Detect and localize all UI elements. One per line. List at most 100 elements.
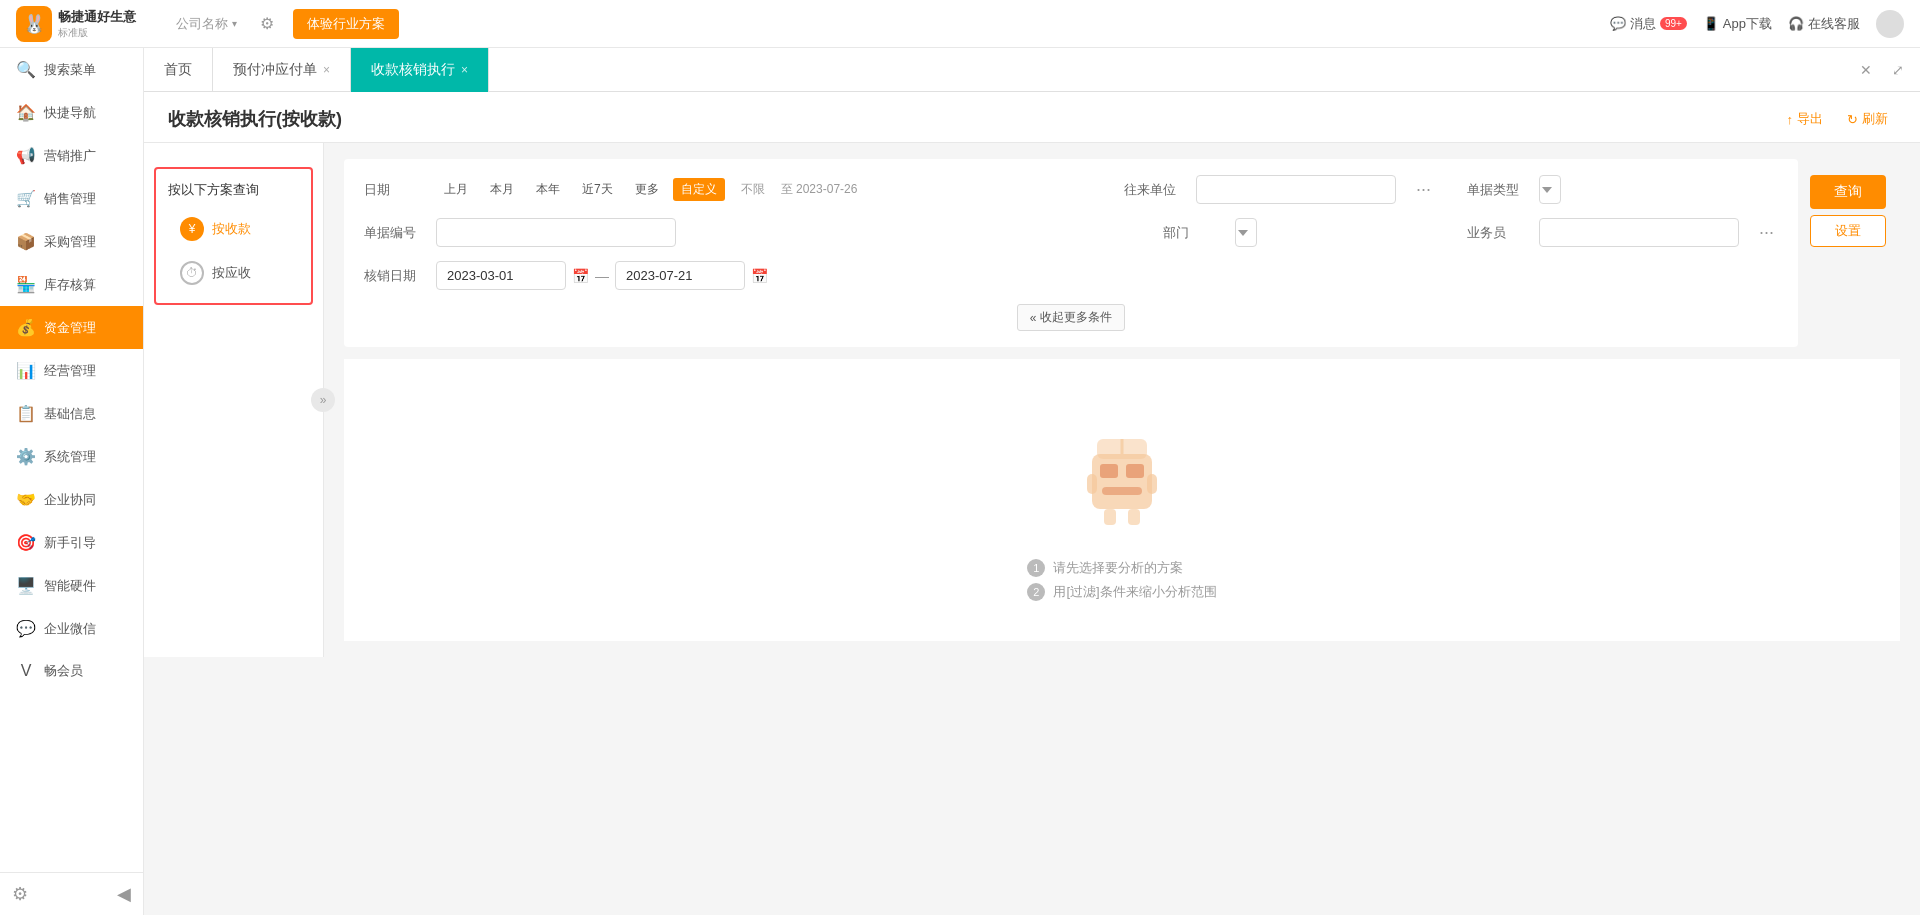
tab-close-all-icon[interactable]: ✕ bbox=[1852, 56, 1880, 84]
sidebar-label-inventory: 库存核算 bbox=[44, 276, 96, 294]
date-pill-7days[interactable]: 近7天 bbox=[574, 178, 621, 201]
dept-select[interactable] bbox=[1235, 218, 1257, 247]
sidebar-label-hardware: 智能硬件 bbox=[44, 577, 96, 595]
header-right: 💬 消息 99+ 📱 App下载 🎧 在线客服 bbox=[1610, 10, 1904, 38]
date-pill-more[interactable]: 更多 bbox=[627, 178, 667, 201]
writeoff-end-calendar-icon[interactable]: 📅 bbox=[751, 268, 768, 284]
dept-label: 部门 bbox=[1163, 224, 1219, 242]
query-area: 日期 上月 本月 本年 近7天 更多 自定义 不 bbox=[344, 159, 1900, 359]
sidebar-item-cooperation[interactable]: 🤝 企业协同 bbox=[0, 478, 143, 521]
date-label: 日期 bbox=[364, 181, 420, 199]
counterparty-input[interactable] bbox=[1196, 175, 1396, 204]
message-icon: 💬 bbox=[1610, 16, 1626, 31]
sidebar-item-hardware[interactable]: 🖥️ 智能硬件 bbox=[0, 564, 143, 607]
date-pill-last-month[interactable]: 上月 bbox=[436, 178, 476, 201]
sidebar-item-purchase[interactable]: 📦 采购管理 bbox=[0, 220, 143, 263]
online-service-btn[interactable]: 🎧 在线客服 bbox=[1788, 15, 1860, 33]
refresh-button[interactable]: ↻ 刷新 bbox=[1839, 106, 1896, 132]
svg-rect-7 bbox=[1128, 509, 1140, 525]
sidebar-item-basic-info[interactable]: 📋 基础信息 bbox=[0, 392, 143, 435]
settings-icon[interactable]: ⚙ bbox=[253, 10, 281, 38]
sidebar-label-funds: 资金管理 bbox=[44, 319, 96, 337]
sidebar-item-wechat[interactable]: 💬 企业微信 bbox=[0, 607, 143, 650]
refresh-label: 刷新 bbox=[1862, 110, 1888, 128]
filter-by-receivable[interactable]: ⏱ 按应收 bbox=[156, 251, 311, 295]
purchase-icon: 📦 bbox=[16, 232, 36, 251]
query-row-2: 单据编号 部门 业务员 bbox=[364, 218, 1778, 247]
sidebar-item-funds[interactable]: 💰 资金管理 bbox=[0, 306, 143, 349]
sidebar-item-inventory[interactable]: 🏪 库存核算 bbox=[0, 263, 143, 306]
operations-icon: 📊 bbox=[16, 361, 36, 380]
export-button[interactable]: ↑ 导出 bbox=[1779, 106, 1832, 132]
date-pill-custom[interactable]: 自定义 bbox=[673, 178, 725, 201]
empty-state: 1 请先选择要分析的方案 2 用[过滤]条件来缩小分析范围 bbox=[344, 359, 1900, 641]
sidebar-label-operations: 经营管理 bbox=[44, 362, 96, 380]
query-button[interactable]: 查询 bbox=[1810, 175, 1886, 209]
settings-button[interactable]: 设置 bbox=[1810, 215, 1886, 247]
logo-area: 🐰 畅捷通好生意 标准版 bbox=[16, 6, 160, 42]
sidebar-item-guide[interactable]: 🎯 新手引导 bbox=[0, 521, 143, 564]
date-pill-this-month[interactable]: 本月 bbox=[482, 178, 522, 201]
industry-solution-button[interactable]: 体验行业方案 bbox=[293, 9, 399, 39]
receivable-icon: ⏱ bbox=[180, 261, 204, 285]
tab-collection[interactable]: 收款核销执行 × bbox=[351, 48, 489, 92]
tab-expand-icon[interactable]: ⤢ bbox=[1884, 56, 1912, 84]
tip-num-1: 1 bbox=[1027, 559, 1045, 577]
bill-type-select[interactable] bbox=[1539, 175, 1561, 204]
staff-input[interactable] bbox=[1539, 218, 1739, 247]
wechat-icon: 💬 bbox=[16, 619, 36, 638]
date-pill-this-year[interactable]: 本年 bbox=[528, 178, 568, 201]
filter-by-receipt[interactable]: ¥ 按收款 bbox=[156, 207, 311, 251]
counterparty-more-icon[interactable]: ··· bbox=[1412, 179, 1435, 200]
tab-actions: ✕ ⤢ bbox=[1844, 56, 1920, 84]
service-icon: 🎧 bbox=[1788, 16, 1804, 31]
sidebar-label-sales: 销售管理 bbox=[44, 190, 96, 208]
writeoff-end-input[interactable] bbox=[615, 261, 745, 290]
sidebar-item-sales[interactable]: 🛒 销售管理 bbox=[0, 177, 143, 220]
sidebar-label-purchase: 采购管理 bbox=[44, 233, 96, 251]
sales-icon: 🛒 bbox=[16, 189, 36, 208]
writeoff-start-input[interactable] bbox=[436, 261, 566, 290]
empty-illustration bbox=[1062, 419, 1182, 539]
collapse-arrow-icon: « bbox=[1030, 311, 1037, 325]
staff-label: 业务员 bbox=[1467, 224, 1523, 242]
message-btn[interactable]: 💬 消息 99+ bbox=[1610, 15, 1687, 33]
sidebar-label-member: 畅会员 bbox=[44, 662, 83, 680]
sidebar-item-quick-nav[interactable]: 🏠 快捷导航 bbox=[0, 91, 143, 134]
tab-home[interactable]: 首页 bbox=[144, 48, 213, 92]
bottom-gear-icon[interactable]: ⚙ bbox=[12, 883, 28, 905]
sidebar-item-search[interactable]: 🔍 搜索菜单 bbox=[0, 48, 143, 91]
svg-rect-5 bbox=[1147, 474, 1157, 494]
page-inner: 收款核销执行(按收款) ↑ 导出 ↻ 刷新 bbox=[144, 92, 1920, 915]
cooperation-icon: 🤝 bbox=[16, 490, 36, 509]
query-btn-area: 查询 设置 bbox=[1810, 159, 1900, 359]
svg-rect-0 bbox=[1092, 454, 1152, 509]
staff-more-icon[interactable]: ··· bbox=[1755, 222, 1778, 243]
filter-panel-collapse-icon[interactable]: » bbox=[311, 388, 335, 412]
sidebar-item-operations[interactable]: 📊 经营管理 bbox=[0, 349, 143, 392]
sidebar-item-marketing[interactable]: 📢 营销推广 bbox=[0, 134, 143, 177]
app-download-btn[interactable]: 📱 App下载 bbox=[1703, 15, 1772, 33]
counterparty-label: 往来单位 bbox=[1124, 181, 1180, 199]
query-form: 日期 上月 本月 本年 近7天 更多 自定义 不 bbox=[344, 159, 1798, 347]
writeoff-date-wrap: 📅 — 📅 bbox=[436, 261, 768, 290]
tab-collection-close-icon[interactable]: × bbox=[461, 63, 468, 77]
svg-rect-1 bbox=[1100, 464, 1118, 478]
sidebar-item-system[interactable]: ⚙️ 系统管理 bbox=[0, 435, 143, 478]
collapse-more-btn[interactable]: « 收起更多条件 bbox=[1017, 304, 1126, 331]
sidebar-collapse-icon[interactable]: ◀ bbox=[117, 883, 131, 905]
bill-no-input[interactable] bbox=[436, 218, 676, 247]
query-row-3: 核销日期 📅 — 📅 bbox=[364, 261, 1778, 290]
avatar[interactable] bbox=[1876, 10, 1904, 38]
sidebar-label-basic-info: 基础信息 bbox=[44, 405, 96, 423]
sidebar-label-search: 搜索菜单 bbox=[44, 61, 96, 79]
bill-no-label: 单据编号 bbox=[364, 224, 420, 242]
sidebar: 🔍 搜索菜单 🏠 快捷导航 📢 营销推广 🛒 销售管理 📦 采购管理 🏪 库存核… bbox=[0, 48, 144, 915]
writeoff-start-calendar-icon[interactable]: 📅 bbox=[572, 268, 589, 284]
company-selector[interactable]: 公司名称 ▾ bbox=[168, 15, 245, 33]
sidebar-label-system: 系统管理 bbox=[44, 448, 96, 466]
tab-prepay-close-icon[interactable]: × bbox=[323, 63, 330, 77]
online-service-label: 在线客服 bbox=[1808, 15, 1860, 33]
sidebar-item-member[interactable]: V 畅会员 bbox=[0, 650, 143, 692]
tab-prepay[interactable]: 预付冲应付单 × bbox=[213, 48, 351, 92]
